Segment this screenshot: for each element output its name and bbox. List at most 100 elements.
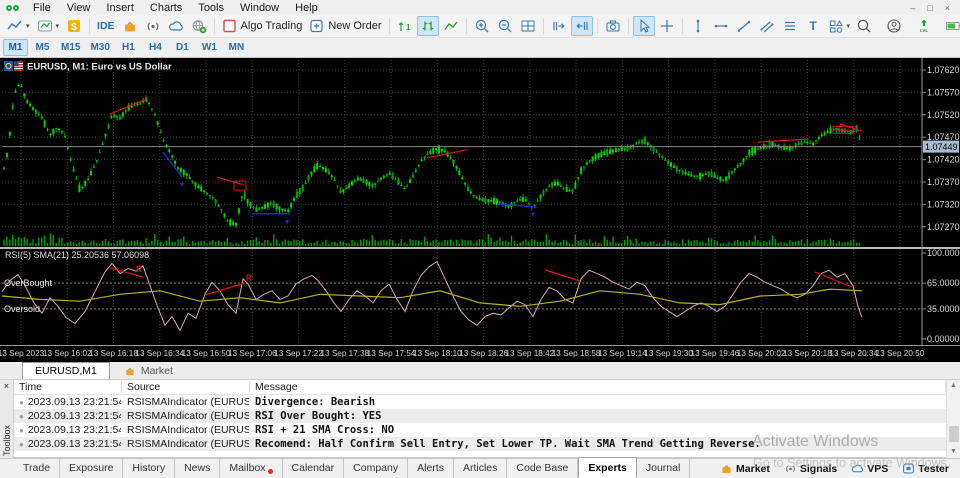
- bar-chart-button[interactable]: [416, 16, 439, 36]
- fibonacci-button[interactable]: [779, 16, 801, 36]
- chart-area[interactable]: ▼ ▼ ▼ R R EURUSD, M1: Euro vs US Dollar 1.0762…: [0, 58, 960, 362]
- signals-button[interactable]: [142, 16, 164, 36]
- maximize-button[interactable]: □: [927, 3, 932, 13]
- chart-tab-market[interactable]: Market: [112, 362, 185, 379]
- market-button[interactable]: [119, 16, 141, 36]
- log-bullet-icon: ●: [19, 440, 24, 449]
- status-vps[interactable]: VPS: [844, 462, 895, 475]
- crosshair-button[interactable]: [656, 16, 678, 36]
- auto-scroll-button[interactable]: [570, 16, 593, 36]
- indicators-dialog-button[interactable]: ▾: [34, 16, 63, 36]
- price-axis-label: 1.07370: [927, 177, 960, 187]
- toolbar-separator: [542, 18, 544, 34]
- menu-charts[interactable]: Charts: [142, 1, 190, 15]
- bottom-tab-exposure[interactable]: Exposure: [60, 459, 124, 478]
- bottom-tab-journal[interactable]: Journal: [637, 459, 691, 478]
- profile-button[interactable]: [883, 16, 905, 36]
- timeframe-h4[interactable]: H4: [143, 39, 168, 56]
- log-row[interactable]: ●2023.09.13 23:21:54.701 RSISMAIndicator …: [14, 409, 946, 423]
- scroll-down-icon[interactable]: ▼: [950, 446, 957, 458]
- scrollbar-thumb[interactable]: [948, 426, 959, 442]
- timeframe-m15[interactable]: M15: [57, 39, 84, 56]
- bag-icon: [722, 465, 731, 473]
- community-button[interactable]: [188, 16, 210, 36]
- log-header-row: Time Source Message: [14, 380, 946, 395]
- signal-icon: [786, 465, 795, 473]
- channel-button[interactable]: [756, 16, 778, 36]
- horizontal-line-button[interactable]: [710, 16, 732, 36]
- bottom-tab-articles[interactable]: Articles: [454, 459, 508, 478]
- bottom-tab-history[interactable]: History: [123, 459, 176, 478]
- rsi-axis-label: 100.00000: [927, 248, 960, 258]
- timeframe-d1[interactable]: D1: [170, 39, 195, 56]
- tile-windows-button[interactable]: [517, 16, 539, 36]
- bottom-tab-trade[interactable]: Trade: [14, 459, 61, 478]
- ide-button[interactable]: IDE: [94, 16, 118, 36]
- timeframe-m30[interactable]: M30: [86, 39, 113, 56]
- quotes-button[interactable]: $: [63, 16, 85, 36]
- vertical-line-button[interactable]: [687, 16, 709, 36]
- zoom-out-button[interactable]: [494, 16, 516, 36]
- status-market[interactable]: Market: [713, 462, 777, 475]
- log-header-source[interactable]: Source: [122, 381, 250, 393]
- algo-trading-button[interactable]: Algo Trading: [219, 16, 306, 36]
- timeframe-w1[interactable]: W1: [197, 39, 222, 56]
- timeframe-m1[interactable]: M1: [3, 39, 28, 56]
- bottom-tab-bar: Trade Exposure History News Mailbox Calendar C…: [0, 457, 960, 478]
- shift-end-button[interactable]: [548, 16, 570, 36]
- svg-text:T: T: [809, 19, 817, 33]
- chart-type-button[interactable]: ▾: [4, 16, 33, 36]
- scroll-up-icon[interactable]: ▲: [950, 380, 957, 392]
- shapes-button[interactable]: ▾: [825, 16, 854, 36]
- log-scrollbar[interactable]: ▲ ▼: [946, 380, 960, 458]
- menu-file[interactable]: File: [25, 1, 59, 15]
- bottom-tab-company[interactable]: Company: [344, 459, 409, 478]
- log-row[interactable]: ●2023.09.13 23:21:54.701 RSISMAIndicator …: [14, 423, 946, 437]
- log-header-time[interactable]: Time: [14, 381, 122, 393]
- search-button[interactable]: [853, 16, 875, 36]
- trendline-button[interactable]: [733, 16, 755, 36]
- log-row[interactable]: ●2023.09.13 23:21:54.701 RSISMAIndicator …: [14, 395, 946, 409]
- vps-button[interactable]: [165, 16, 187, 36]
- minimize-button[interactable]: –: [910, 3, 915, 13]
- market-tab-label: Market: [140, 364, 173, 377]
- bottom-tab-code-base[interactable]: Code Base: [507, 459, 579, 478]
- timeframe-h1[interactable]: H1: [116, 39, 141, 56]
- menu-tools[interactable]: Tools: [190, 1, 232, 15]
- log-header-message[interactable]: Message: [250, 381, 946, 393]
- toolbox-close-button[interactable]: ×: [4, 381, 9, 391]
- menu-help[interactable]: Help: [287, 1, 326, 15]
- log-row[interactable]: ●2023.09.13 23:21:54.701 RSISMAIndicator …: [14, 437, 946, 451]
- line-chart-button[interactable]: [440, 16, 462, 36]
- menu-insert[interactable]: Insert: [98, 1, 142, 15]
- bottom-tab-experts[interactable]: Experts: [578, 457, 637, 478]
- eu-flag-icon: [4, 61, 13, 71]
- time-axis-label: 13 Sep 19:30: [644, 349, 693, 358]
- timeframe-m5[interactable]: M5: [30, 39, 55, 56]
- bottom-tab-mailbox[interactable]: Mailbox: [220, 459, 283, 478]
- log-time: ●2023.09.13 23:21:54.701: [19, 424, 121, 436]
- tick-chart-button[interactable]: 1: [394, 16, 416, 36]
- rsi-header: RSI(5) SMA(21) 25.20536 57.06098: [5, 250, 149, 260]
- close-button[interactable]: ×: [945, 3, 950, 13]
- new-order-button[interactable]: New Order: [306, 16, 384, 36]
- price-axis-label: 1.07420: [927, 155, 960, 165]
- level-button[interactable]: LVL: [913, 16, 935, 36]
- search-icon: [857, 19, 871, 33]
- screenshot-button[interactable]: [602, 16, 624, 36]
- timeframe-mn[interactable]: MN: [224, 39, 249, 56]
- text-tool-button[interactable]: T: [802, 16, 824, 36]
- connection-status[interactable]: [943, 16, 960, 36]
- bottom-tab-alerts[interactable]: Alerts: [408, 459, 454, 478]
- menu-view[interactable]: View: [59, 1, 99, 15]
- status-signals[interactable]: Signals: [777, 462, 844, 475]
- status-tester[interactable]: Tester: [895, 462, 956, 475]
- cursor-button[interactable]: [632, 16, 655, 36]
- toolbox-vertical-label: Toolbox: [1, 424, 12, 456]
- bottom-tab-news[interactable]: News: [175, 459, 221, 478]
- bottom-tab-calendar[interactable]: Calendar: [283, 459, 345, 478]
- chart-tab-eurusd-m1[interactable]: EURUSD,M1: [22, 362, 110, 379]
- menu-window[interactable]: Window: [232, 1, 287, 15]
- zoom-in-button[interactable]: [471, 16, 493, 36]
- price-chart-svg[interactable]: ▼ ▼ ▼ R R EURUSD, M1: Euro vs US Dollar 1.0762…: [0, 58, 960, 362]
